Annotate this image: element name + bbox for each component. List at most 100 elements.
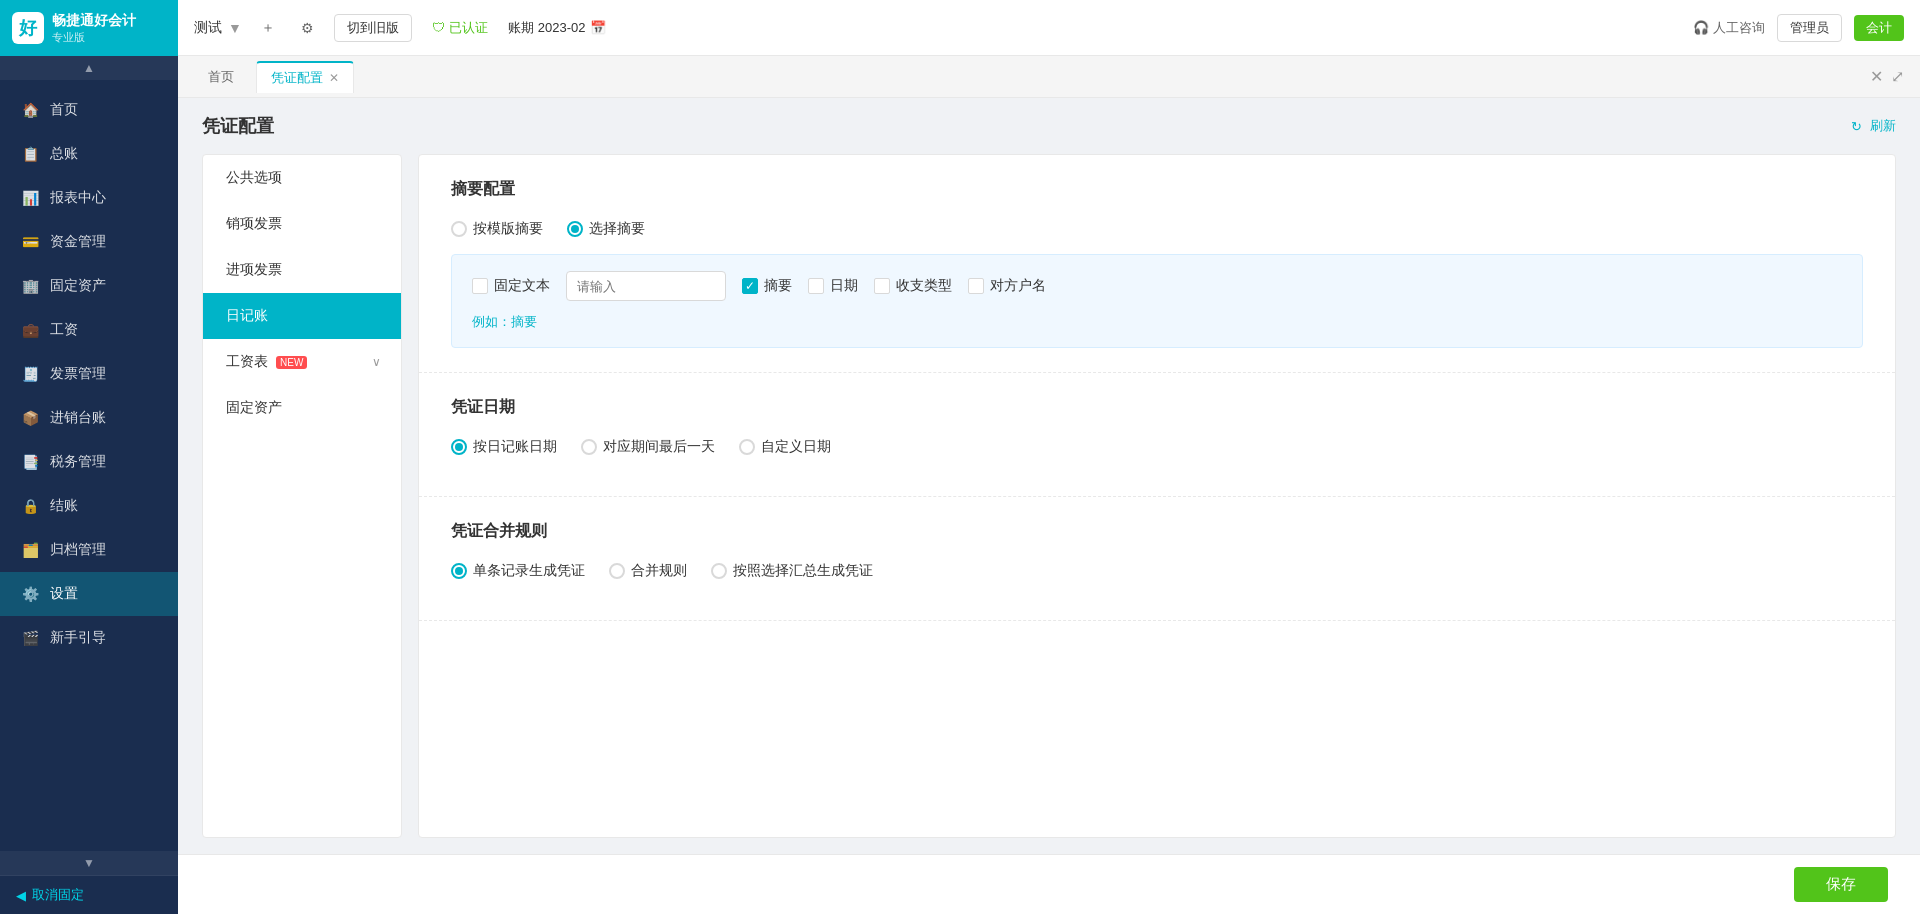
counterpart-label: 对方户名 (990, 277, 1046, 295)
sidebar-item-close[interactable]: 🔒 结账 (0, 484, 178, 528)
period-label: 账期 (508, 19, 534, 37)
income-type-checkbox (874, 278, 890, 294)
radio-custom-date-circle (739, 439, 755, 455)
checkbox-summary[interactable]: ✓ 摘要 (742, 277, 792, 295)
radio-merge[interactable]: 合并规则 (609, 562, 687, 580)
counterpart-checkbox (968, 278, 984, 294)
user-button[interactable]: 管理员 (1777, 14, 1842, 42)
radio-select-label: 选择摘要 (589, 220, 645, 238)
tab-actions: ✕ ⤢ (1870, 67, 1904, 86)
assets-icon: 🏢 (20, 276, 40, 296)
sidebar-item-settings[interactable]: ⚙️ 设置 (0, 572, 178, 616)
date-checkbox (808, 278, 824, 294)
sidebar-scroll-down[interactable]: ▼ (0, 851, 178, 875)
refresh-icon: ↻ (1851, 119, 1862, 134)
sidebar-nav-scroll: 🏠 首页 📋 总账 📊 报表中心 💳 资金管理 🏢 固定资产 (0, 80, 178, 851)
radio-template-circle (451, 221, 467, 237)
sidebar-item-capital[interactable]: 💳 资金管理 (0, 220, 178, 264)
checkbox-date[interactable]: 日期 (808, 277, 858, 295)
sidebar-header: 好 畅捷通好会计 专业版 (0, 0, 178, 56)
radio-period-last-circle (581, 439, 597, 455)
radio-journal-date[interactable]: 按日记账日期 (451, 438, 557, 456)
project-name: 测试 (194, 19, 222, 37)
sidebar-item-sales[interactable]: 📦 进销台账 (0, 396, 178, 440)
pin-icon: ◀ (16, 888, 26, 903)
refresh-button[interactable]: ↻ 刷新 (1851, 117, 1896, 135)
sidebar-item-home[interactable]: 🏠 首页 (0, 88, 178, 132)
sidebar-item-ledger[interactable]: 📋 总账 (0, 132, 178, 176)
radio-select-all-circle (711, 563, 727, 579)
checkbox-fixed-text[interactable]: 固定文本 (472, 277, 550, 295)
add-project-button[interactable]: ＋ (254, 14, 282, 42)
guide-icon: 🎬 (20, 628, 40, 648)
new-badge: NEW (276, 356, 307, 369)
app-title: 畅捷通好会计 (52, 11, 136, 29)
radio-select-all[interactable]: 按照选择汇总生成凭证 (711, 562, 873, 580)
right-panel: 摘要配置 按模版摘要 选择摘要 (418, 154, 1896, 838)
sidebar-item-assets[interactable]: 🏢 固定资产 (0, 264, 178, 308)
menu-item-payroll[interactable]: 工资表 NEW ∨ (203, 339, 401, 385)
role-button[interactable]: 会计 (1854, 15, 1904, 41)
summary-config-section: 摘要配置 按模版摘要 选择摘要 (419, 155, 1895, 373)
menu-item-public[interactable]: 公共选项 (203, 155, 401, 201)
sidebar-item-salary-label: 工资 (50, 321, 78, 339)
checkbox-counterpart[interactable]: 对方户名 (968, 277, 1046, 295)
switch-old-version-button[interactable]: 切到旧版 (334, 14, 412, 42)
sidebar-item-invoice[interactable]: 🧾 发票管理 (0, 352, 178, 396)
main-area: 测试 ▼ ＋ ⚙ 切到旧版 🛡 已认证 账期 2023-02 📅 🎧 人工咨询 (178, 0, 1920, 914)
sidebar-scroll-up[interactable]: ▲ (0, 56, 178, 80)
menu-item-sales-invoice[interactable]: 销项发票 (203, 201, 401, 247)
summary-config-row: 固定文本 ✓ 摘要 日期 (472, 271, 1842, 301)
radio-journal-date-circle (451, 439, 467, 455)
service-button[interactable]: 🎧 人工咨询 (1693, 19, 1765, 37)
checkbox-income-type[interactable]: 收支类型 (874, 277, 952, 295)
radio-single[interactable]: 单条记录生成凭证 (451, 562, 585, 580)
verified-badge: 🛡 已认证 (432, 19, 488, 37)
radio-select-circle (567, 221, 583, 237)
period-value: 2023-02 (538, 20, 586, 35)
radio-period-last[interactable]: 对应期间最后一天 (581, 438, 715, 456)
sidebar-item-reports[interactable]: 📊 报表中心 (0, 176, 178, 220)
close-tab-action-icon[interactable]: ✕ (1870, 67, 1883, 86)
tab-home[interactable]: 首页 (194, 61, 248, 93)
calendar-icon[interactable]: 📅 (590, 20, 606, 35)
summary-config-box: 固定文本 ✓ 摘要 日期 (451, 254, 1863, 348)
headset-icon: 🎧 (1693, 20, 1709, 35)
tab-bar: 首页 凭证配置 ✕ ✕ ⤢ (178, 56, 1920, 98)
sidebar-item-guide[interactable]: 🎬 新手引导 (0, 616, 178, 660)
sidebar-item-archive[interactable]: 🗂️ 归档管理 (0, 528, 178, 572)
fixed-text-checkbox (472, 278, 488, 294)
sidebar-item-tax[interactable]: 📑 税务管理 (0, 440, 178, 484)
project-selector[interactable]: 测试 ▼ (194, 19, 242, 37)
save-button[interactable]: 保存 (1794, 867, 1888, 902)
radio-template-summary[interactable]: 按模版摘要 (451, 220, 543, 238)
app-edition: 专业版 (52, 30, 136, 45)
close-account-icon: 🔒 (20, 496, 40, 516)
expand-tab-action-icon[interactable]: ⤢ (1891, 67, 1904, 86)
ledger-icon: 📋 (20, 144, 40, 164)
cancel-pin-button[interactable]: ◀ 取消固定 (0, 875, 178, 914)
radio-custom-date-label: 自定义日期 (761, 438, 831, 456)
archive-icon: 🗂️ (20, 540, 40, 560)
tab-close-icon[interactable]: ✕ (329, 71, 339, 85)
menu-item-fixed-assets[interactable]: 固定资产 (203, 385, 401, 431)
tab-voucher-config[interactable]: 凭证配置 ✕ (256, 61, 354, 93)
merge-rules-title: 凭证合并规则 (451, 521, 1863, 542)
radio-merge-circle (609, 563, 625, 579)
radio-select-summary[interactable]: 选择摘要 (567, 220, 645, 238)
menu-item-journal[interactable]: 日记账 (203, 293, 401, 339)
service-label: 人工咨询 (1713, 19, 1765, 37)
menu-item-purchase-invoice[interactable]: 进项发票 (203, 247, 401, 293)
fixed-text-input[interactable] (566, 271, 726, 301)
project-dropdown-icon[interactable]: ▼ (228, 20, 242, 36)
page-title: 凭证配置 (202, 114, 274, 138)
sidebar-item-settings-label: 设置 (50, 585, 78, 603)
sidebar-item-salary[interactable]: 💼 工资 (0, 308, 178, 352)
settings-gear-button[interactable]: ⚙ (294, 14, 322, 42)
sidebar-item-ledger-label: 总账 (50, 145, 78, 163)
voucher-date-radio-group: 按日记账日期 对应期间最后一天 自定义日期 (451, 438, 1863, 456)
sidebar-item-tax-label: 税务管理 (50, 453, 106, 471)
radio-custom-date[interactable]: 自定义日期 (739, 438, 831, 456)
reports-icon: 📊 (20, 188, 40, 208)
settings-icon: ⚙️ (20, 584, 40, 604)
